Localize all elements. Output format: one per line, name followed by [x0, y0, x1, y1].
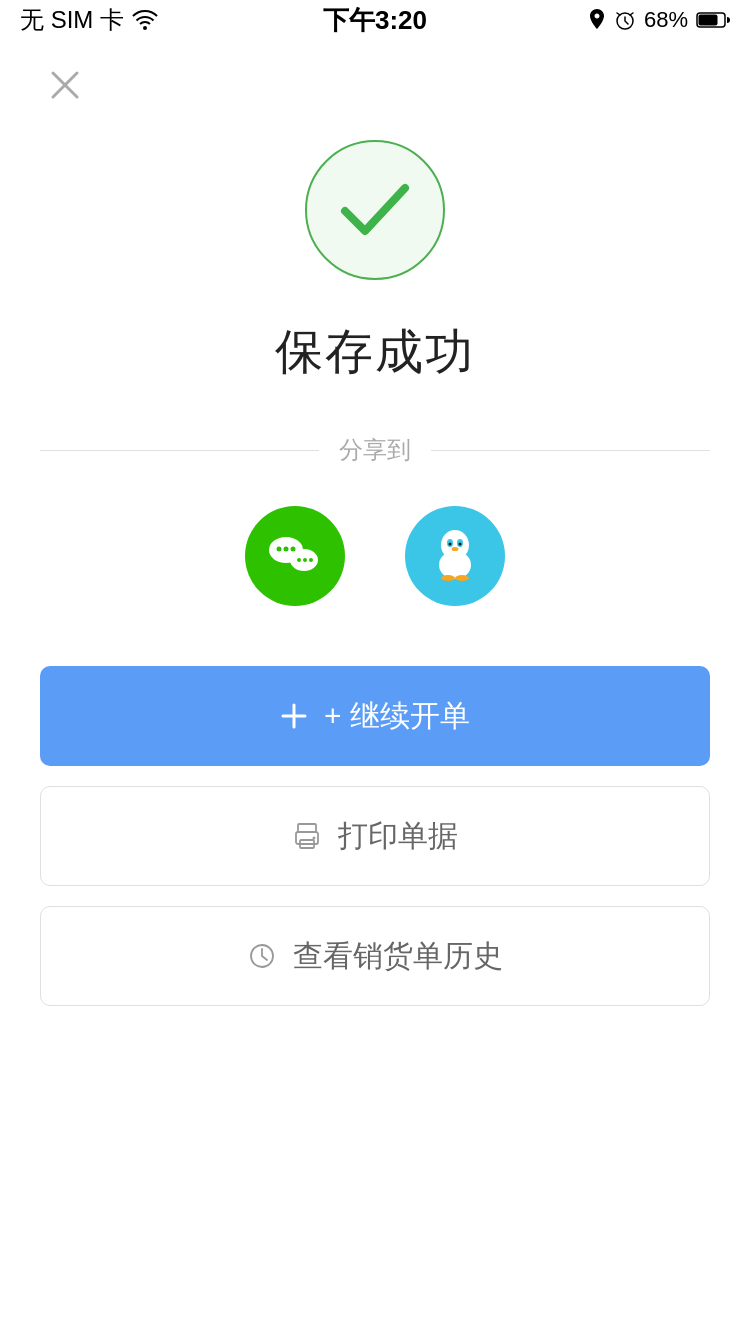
svg-point-15 [439, 551, 471, 579]
qq-share-button[interactable] [405, 506, 505, 606]
svg-point-12 [303, 558, 307, 562]
plus-icon [280, 702, 308, 730]
svg-point-22 [455, 575, 469, 581]
svg-point-11 [297, 558, 301, 562]
history-icon [247, 941, 277, 971]
status-left: 无 SIM 卡 [20, 4, 158, 36]
continue-button[interactable]: + 继续开单 [40, 666, 710, 766]
history-button[interactable]: 查看销货单历史 [40, 906, 710, 1006]
svg-point-20 [452, 547, 459, 551]
success-circle [305, 140, 445, 280]
print-icon [292, 822, 322, 850]
success-title: 保存成功 [275, 320, 475, 384]
close-icon [49, 69, 81, 101]
svg-point-28 [313, 837, 316, 840]
share-icons [245, 506, 505, 606]
battery-label: 68% [644, 7, 688, 33]
svg-point-9 [291, 547, 296, 552]
share-label: 分享到 [319, 434, 431, 466]
share-area: 分享到 [40, 434, 710, 606]
status-time: 下午3:20 [323, 3, 427, 38]
svg-point-19 [459, 543, 462, 546]
checkmark-icon [340, 183, 410, 238]
svg-rect-2 [699, 15, 718, 26]
wechat-icon [266, 530, 324, 582]
success-area: 保存成功 [40, 140, 710, 384]
main-content: 保存成功 分享到 [0, 40, 750, 1334]
close-button[interactable] [40, 60, 90, 110]
history-label: 查看销货单历史 [293, 936, 503, 977]
actions: + 继续开单 打印单据 查看销货单历史 [40, 666, 710, 1006]
wifi-icon [132, 10, 158, 30]
svg-point-21 [441, 575, 455, 581]
svg-rect-25 [298, 824, 316, 832]
svg-point-18 [449, 543, 452, 546]
continue-label: + 继续开单 [324, 696, 470, 737]
wechat-share-button[interactable] [245, 506, 345, 606]
share-divider: 分享到 [40, 434, 710, 466]
location-icon [588, 9, 606, 31]
status-bar: 无 SIM 卡 下午3:20 68% [0, 0, 750, 40]
print-button[interactable]: 打印单据 [40, 786, 710, 886]
svg-point-13 [309, 558, 313, 562]
status-right: 68% [588, 7, 730, 33]
print-label: 打印单据 [338, 816, 458, 857]
alarm-icon [614, 9, 636, 31]
svg-point-7 [277, 547, 282, 552]
battery-icon [696, 11, 730, 29]
qq-icon [426, 527, 484, 585]
svg-point-8 [284, 547, 289, 552]
no-sim-label: 无 SIM 卡 [20, 4, 124, 36]
